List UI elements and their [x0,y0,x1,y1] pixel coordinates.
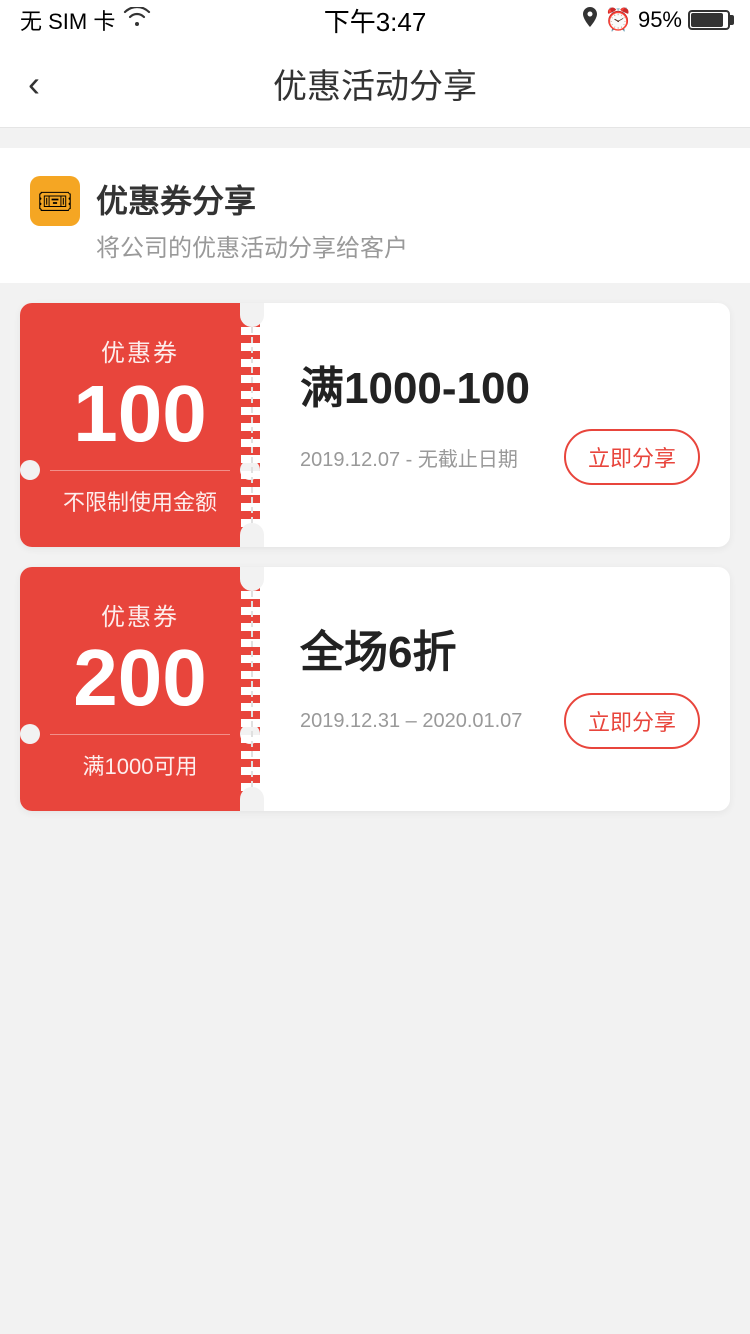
wifi-icon [123,7,151,33]
section-text: 优惠券分享 将公司的优惠活动分享给客户 [96,176,408,263]
status-time: 下午3:47 [324,2,427,39]
coupon-left-1: 优惠券 100 不限制使用金额 [20,303,260,547]
alarm-icon: ⏰ [605,7,632,33]
nav-bar: ‹ 优惠活动分享 [0,40,750,128]
status-bar: 无 SIM 卡 下午3:47 ⏰ 95% [0,0,750,40]
coupon-card: 优惠券 100 不限制使用金额 满1000-100 2019.12.07 - 无… [20,303,730,547]
coupon-card-2: 优惠券 200 满1000可用 全场6折 2019.12.31 – 2020.0… [20,567,730,811]
coupon-right-1: 满1000-100 2019.12.07 - 无截止日期 立即分享 [260,303,730,547]
coupon-title-2: 全场6折 [300,629,700,677]
coupon-left-2: 优惠券 200 满1000可用 [20,567,260,811]
share-button-1[interactable]: 立即分享 [564,429,700,485]
section-header: 🎟 优惠券分享 将公司的优惠活动分享给客户 [0,148,750,283]
coupon-meta-2: 2019.12.31 – 2020.01.07 立即分享 [300,693,700,749]
carrier-label: 无 SIM 卡 [20,4,115,36]
location-icon [581,6,599,34]
status-right: ⏰ 95% [581,6,730,34]
section-subtitle: 将公司的优惠活动分享给客户 [96,228,408,263]
coupon-date-1: 2019.12.07 - 无截止日期 [300,443,518,472]
coupon-label-2: 优惠券 [101,597,179,632]
coupon-label-1: 优惠券 [101,333,179,368]
page-title: 优惠活动分享 [273,59,477,108]
status-left: 无 SIM 卡 [20,4,151,36]
coupon-divider-2 [50,734,230,735]
coupon-amount-1: 100 [73,374,206,454]
coupon-list: 优惠券 100 不限制使用金额 满1000-100 2019.12.07 - 无… [0,283,750,831]
share-button-2[interactable]: 立即分享 [564,693,700,749]
back-button[interactable]: ‹ [28,63,40,105]
coupon-amount-2: 200 [73,638,206,718]
coupon-meta-1: 2019.12.07 - 无截止日期 立即分享 [300,429,700,485]
section-title: 优惠券分享 [96,176,408,222]
battery-percent: 95% [638,7,682,33]
battery-icon [688,10,730,30]
coupon-right-2: 全场6折 2019.12.31 – 2020.01.07 立即分享 [260,567,730,811]
coupon-condition-1: 不限制使用金额 [63,485,217,517]
coupon-divider-1 [50,470,230,471]
coupon-section-icon: 🎟 [30,176,80,226]
coupon-condition-2: 满1000可用 [83,749,198,781]
coupon-title-1: 满1000-100 [300,365,700,413]
coupon-date-2: 2019.12.31 – 2020.01.07 [300,710,522,733]
